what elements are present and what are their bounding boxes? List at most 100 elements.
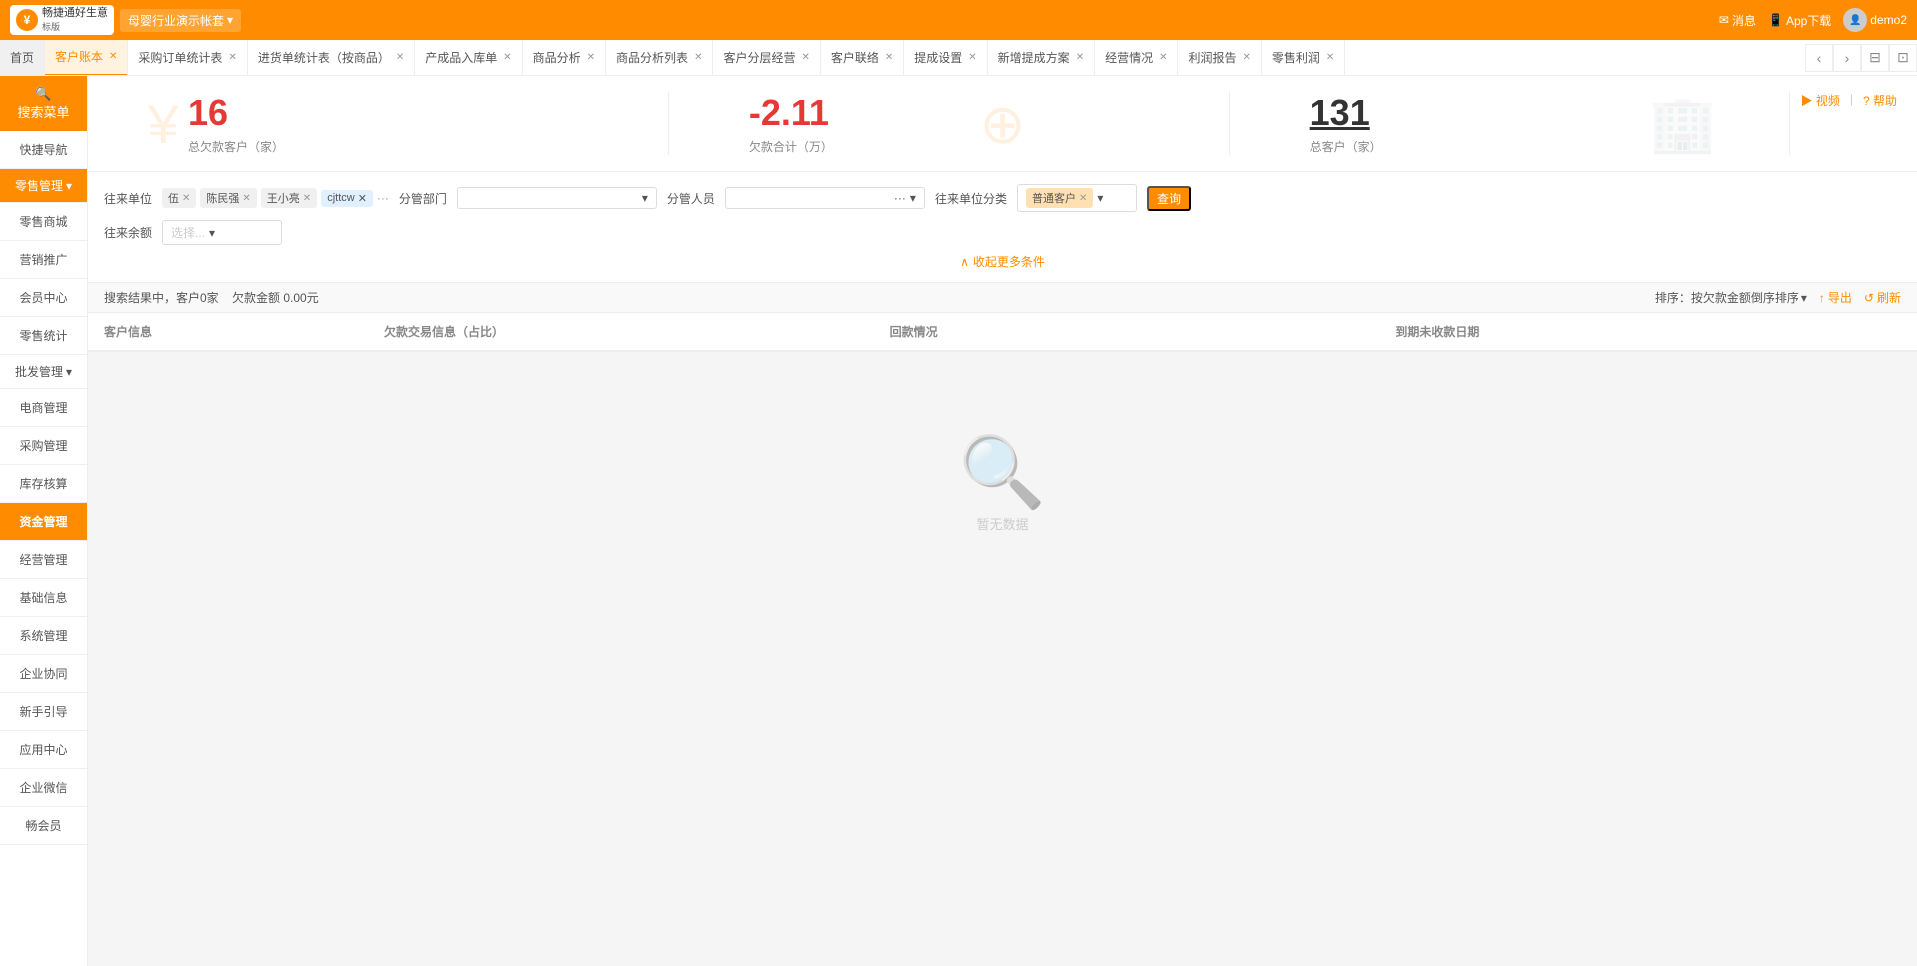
sidebar-search[interactable]: 🔍 搜索菜单: [0, 76, 87, 131]
sidebar-item-base-info[interactable]: 基础信息: [0, 579, 87, 617]
top-bar-right: ✉ 消息 📱 App下载 👤 demo2: [1719, 8, 1907, 32]
user-menu[interactable]: 👤 demo2: [1843, 8, 1907, 32]
avatar: 👤: [1843, 8, 1867, 32]
sidebar-item-enterprise-collab[interactable]: 企业协同: [0, 655, 87, 693]
chevron-icon-2: ▾: [66, 365, 72, 379]
export-btn[interactable]: ↑ 导出: [1819, 289, 1852, 306]
tab-retail-profit[interactable]: 零售利润 ✕: [1262, 40, 1345, 76]
stat-customers: 16 总欠款客户（家）: [108, 92, 669, 155]
category-label: 往来单位分类: [935, 190, 1007, 207]
logo-text-wrap: 畅捷通好生意 标版: [42, 7, 108, 33]
tab-product-analysis[interactable]: 商品分析 ✕: [523, 40, 606, 76]
tab-product-analysis-list[interactable]: 商品分析列表 ✕: [606, 40, 713, 76]
tab-profit-report[interactable]: 利润报告 ✕: [1178, 40, 1261, 76]
message-btn[interactable]: ✉ 消息: [1719, 12, 1756, 29]
nav-collapse-btn[interactable]: ⊟: [1861, 44, 1889, 72]
sidebar-item-finance[interactable]: 资金管理: [0, 503, 87, 541]
chevron-icon: ▾: [66, 179, 72, 193]
nav-expand-btn[interactable]: ⊡: [1889, 44, 1917, 72]
sidebar-item-app-center[interactable]: 应用中心: [0, 731, 87, 769]
filter-row-2: 往来余额 选择... ▾: [104, 220, 1901, 245]
unit-label: 往来单位: [104, 190, 152, 207]
sidebar-item-system[interactable]: 系统管理: [0, 617, 87, 655]
col-due-date: 到期未收款日期: [1395, 323, 1901, 340]
remainder-select[interactable]: 选择... ▾: [162, 220, 282, 245]
sidebar-item-inventory[interactable]: 库存核算: [0, 465, 87, 503]
close-tab-11[interactable]: ✕: [1243, 52, 1251, 63]
sidebar-item-member2[interactable]: 畅会员: [0, 807, 87, 845]
main-wrapper: 🔍 搜索菜单 快捷导航 零售管理 ▾ 零售商城 营销推广 会员中心 零售统计: [0, 76, 1917, 966]
close-tab-10[interactable]: ✕: [1159, 52, 1167, 63]
nav-tab-scroll: 客户账本 ✕ 采购订单统计表 ✕ 进货单统计表（按商品） ✕ 产成品入库单 ✕ …: [45, 40, 1805, 76]
tab-home[interactable]: 首页: [0, 40, 45, 76]
unit-tag-0: 伍 ✕: [162, 188, 196, 208]
remove-tag-1[interactable]: ✕: [242, 193, 250, 204]
tab-customer-contact[interactable]: 客户联络 ✕: [821, 40, 904, 76]
sidebar-item-retail-stats[interactable]: 零售统计: [0, 317, 87, 355]
close-tab-1[interactable]: ✕: [228, 52, 236, 63]
logo-title: 畅捷通好生意: [42, 7, 108, 20]
company-dropdown[interactable]: 母婴行业演示帐套 ▾: [120, 9, 241, 32]
remainder-label: 往来余额: [104, 224, 152, 241]
close-tab-5[interactable]: ✕: [694, 52, 702, 63]
stats-row: ¥ 16 总欠款客户（家） ⊕ -2.11 欠款合计（万） 131 总客户（家）: [88, 76, 1917, 172]
sidebar: 🔍 搜索菜单 快捷导航 零售管理 ▾ 零售商城 营销推广 会员中心 零售统计: [0, 76, 88, 966]
category-select[interactable]: 普通客户 ✕ ▾: [1017, 184, 1137, 212]
tab-new-commission[interactable]: 新增提成方案 ✕: [988, 40, 1095, 76]
tab-product-inbound[interactable]: 产成品入库单 ✕: [415, 40, 522, 76]
stat-customers-label: 总欠款客户（家）: [188, 138, 284, 155]
tab-customer-layer[interactable]: 客户分层经营 ✕: [713, 40, 820, 76]
collapse-btn[interactable]: ∧ 收起更多条件: [104, 253, 1901, 270]
tab-customer-ledger[interactable]: 客户账本 ✕: [45, 40, 128, 76]
sidebar-item-retail-mall[interactable]: 零售商城: [0, 203, 87, 241]
sidebar-item-operations[interactable]: 经营管理: [0, 541, 87, 579]
video-btn[interactable]: ▶ 视频: [1800, 92, 1839, 109]
sidebar-item-wholesale[interactable]: 批发管理 ▾: [0, 355, 87, 389]
remove-tag-3[interactable]: ✕: [358, 192, 367, 205]
top-bar-left: ¥ 畅捷通好生意 标版 母婴行业演示帐套 ▾: [10, 5, 241, 35]
chevron-down-icon: ▾: [227, 13, 233, 27]
close-tab-12[interactable]: ✕: [1326, 52, 1334, 63]
tab-inventory-stats[interactable]: 进货单统计表（按商品） ✕: [248, 40, 415, 76]
empty-text: 暂无数据: [976, 514, 1028, 533]
col-debt-info: 欠款交易信息（占比）: [384, 323, 890, 340]
close-tab-9[interactable]: ✕: [1076, 52, 1084, 63]
close-tab-7[interactable]: ✕: [885, 52, 893, 63]
sidebar-item-purchase[interactable]: 采购管理: [0, 427, 87, 465]
close-tab-8[interactable]: ✕: [968, 52, 976, 63]
close-tab-2[interactable]: ✕: [396, 52, 404, 63]
sidebar-item-ecommerce[interactable]: 电商管理: [0, 389, 87, 427]
close-tab-4[interactable]: ✕: [587, 52, 595, 63]
remove-tag-0[interactable]: ✕: [182, 193, 190, 204]
nav-next-btn[interactable]: ›: [1833, 44, 1861, 72]
sort-chevron-icon: ▾: [1801, 291, 1807, 305]
close-tab-0[interactable]: ✕: [109, 51, 117, 62]
sidebar-item-marketing[interactable]: 营销推广: [0, 241, 87, 279]
results-summary: 搜索结果中，客户0家 欠款金额 0.00元: [104, 289, 319, 306]
search-btn[interactable]: 查询: [1147, 186, 1191, 211]
refresh-btn[interactable]: ↺ 刷新: [1864, 289, 1901, 306]
close-tab-6[interactable]: ✕: [801, 52, 809, 63]
tab-operations[interactable]: 经营情况 ✕: [1095, 40, 1178, 76]
nav-prev-btn[interactable]: ‹: [1805, 44, 1833, 72]
help-btn[interactable]: ? 帮助: [1863, 92, 1897, 109]
results-right: 排序：按欠款金额倒序排序 ▾ ↑ 导出 ↺ 刷新: [1655, 289, 1901, 306]
sidebar-item-wechat[interactable]: 企业微信: [0, 769, 87, 807]
nav-tabs: 首页 客户账本 ✕ 采购订单统计表 ✕ 进货单统计表（按商品） ✕ 产成品入库单…: [0, 40, 1917, 76]
sidebar-item-quick-nav[interactable]: 快捷导航: [0, 131, 87, 169]
tab-commission-settings[interactable]: 提成设置 ✕: [904, 40, 987, 76]
results-bar: 搜索结果中，客户0家 欠款金额 0.00元 排序：按欠款金额倒序排序 ▾ ↑ 导…: [88, 283, 1917, 313]
empty-icon: 🔍: [959, 432, 1046, 514]
sidebar-item-newbie[interactable]: 新手引导: [0, 693, 87, 731]
person-select[interactable]: ··· ▾: [725, 187, 925, 209]
app-download-btn[interactable]: 📱 App下载: [1768, 12, 1831, 29]
sidebar-item-member[interactable]: 会员中心: [0, 279, 87, 317]
sort-btn[interactable]: 排序：按欠款金额倒序排序 ▾: [1655, 289, 1807, 306]
tab-purchase-stats[interactable]: 采购订单统计表 ✕: [128, 40, 247, 76]
close-tab-3[interactable]: ✕: [503, 52, 511, 63]
remove-category[interactable]: ✕: [1079, 193, 1087, 204]
remove-tag-2[interactable]: ✕: [303, 193, 311, 204]
dept-select[interactable]: ▾: [457, 187, 657, 209]
more-units-btn[interactable]: ···: [377, 191, 389, 205]
sidebar-item-retail[interactable]: 零售管理 ▾: [0, 169, 87, 203]
